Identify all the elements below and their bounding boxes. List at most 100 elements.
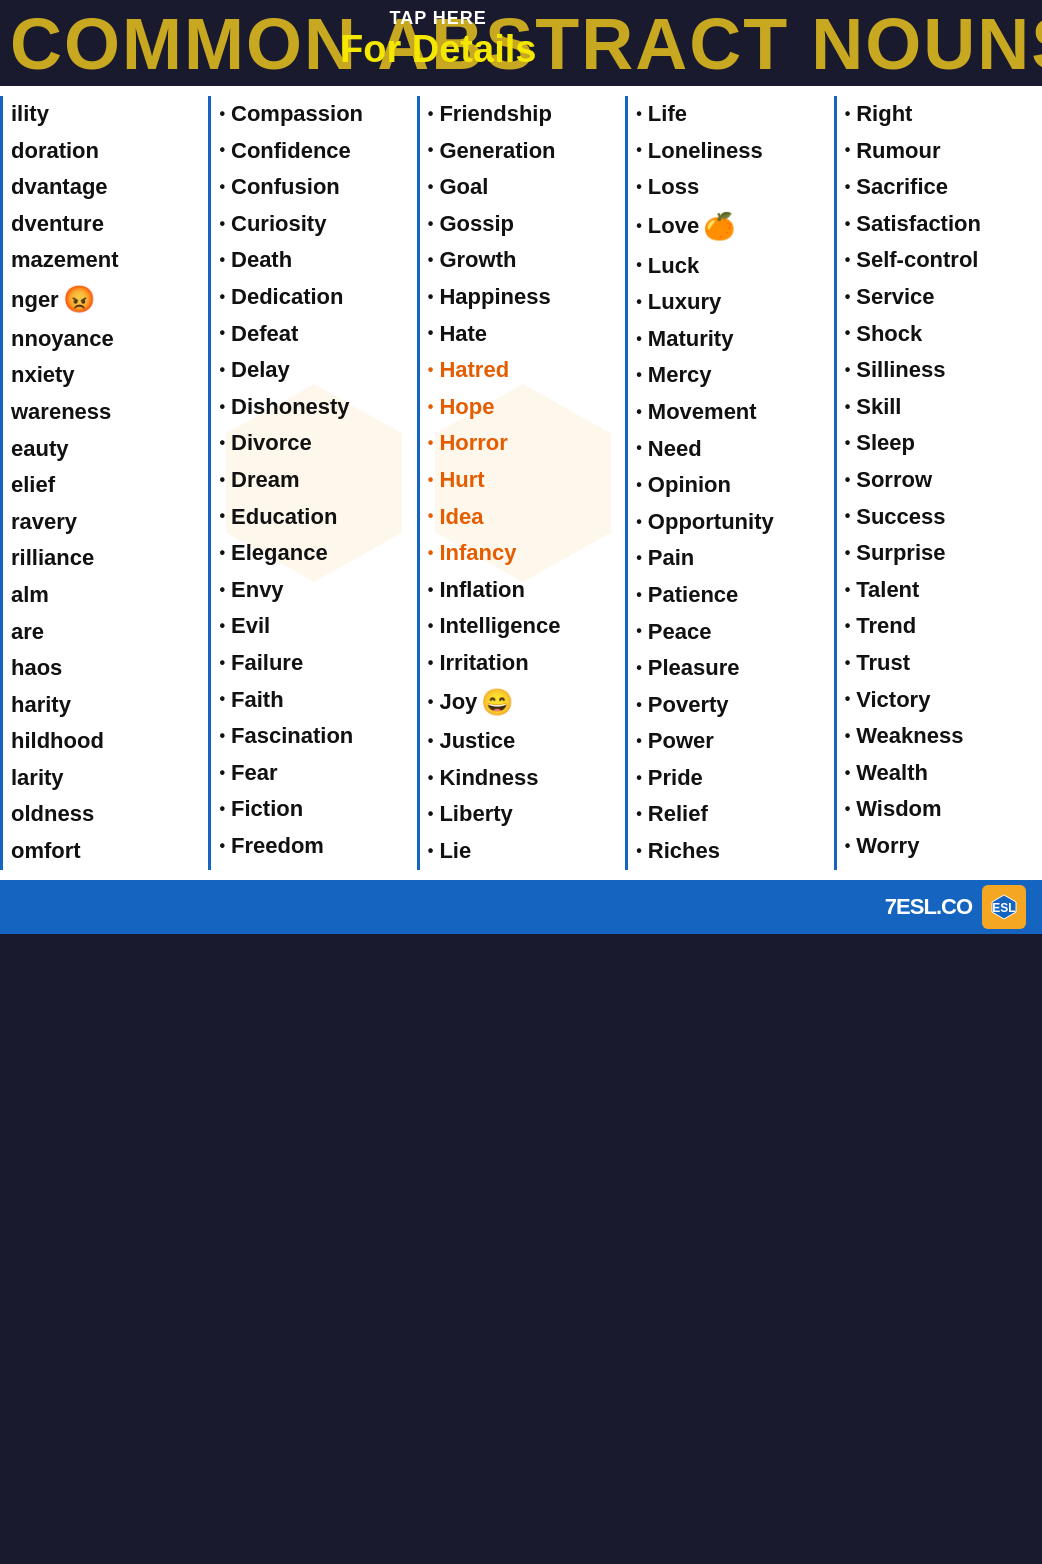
list-item: •Dishonesty [219, 389, 408, 426]
list-item: wareness [11, 394, 200, 431]
tap-overlay[interactable]: TAP HERE For Details [340, 8, 536, 71]
word-text: Elegance [231, 539, 328, 568]
word-text: Happiness [439, 283, 550, 312]
word-text: Weakness [856, 722, 963, 751]
list-item: •Death [219, 242, 408, 279]
list-item: •Pain [636, 540, 825, 577]
word-text: Confidence [231, 137, 351, 166]
list-item: nger😡 [11, 279, 200, 321]
list-item: •Victory [845, 682, 1034, 719]
list-item: •Opinion [636, 467, 825, 504]
bullet-icon: • [428, 323, 434, 344]
list-item: •Trend [845, 608, 1034, 645]
word-text: Goal [439, 173, 488, 202]
list-item: nxiety [11, 357, 200, 394]
list-item: •Confidence [219, 133, 408, 170]
word-text: Trend [856, 612, 916, 641]
bullet-icon: • [845, 140, 851, 161]
word-text: Pride [648, 764, 703, 793]
word-text: Trust [856, 649, 910, 678]
column-3: •Friendship•Generation•Goal•Gossip•Growt… [420, 96, 628, 870]
list-item: •Weakness [845, 718, 1034, 755]
bullet-icon: • [636, 438, 642, 459]
list-item: ility [11, 96, 200, 133]
list-item: •Intelligence [428, 608, 617, 645]
column-4: •Life•Loneliness•Loss•Love🍊•Luck•Luxury•… [628, 96, 836, 870]
bullet-icon: • [845, 689, 851, 710]
word-text: Right [856, 100, 912, 129]
list-item: mazement [11, 242, 200, 279]
word-text: Dishonesty [231, 393, 350, 422]
word-text: Power [648, 727, 714, 756]
bullet-icon: • [845, 250, 851, 271]
list-item: •Right [845, 96, 1034, 133]
list-item: dvantage [11, 169, 200, 206]
word-text: Loss [648, 173, 699, 202]
word-text: Life [648, 100, 687, 129]
list-item: •Divorce [219, 425, 408, 462]
word-text: Fascination [231, 722, 353, 751]
list-item: •Kindness [428, 760, 617, 797]
bullet-icon: • [636, 255, 642, 276]
list-item: • Need [636, 431, 825, 468]
word-text: Love [648, 212, 699, 241]
list-item: •Confusion [219, 169, 408, 206]
bullet-icon: • [636, 621, 642, 642]
word-text: Horror [439, 429, 507, 458]
list-item: •Justice [428, 723, 617, 760]
bullet-icon: • [219, 360, 225, 381]
logo-icon: ESL [990, 893, 1018, 921]
list-item: •Lie [428, 833, 617, 870]
word-text: Defeat [231, 320, 298, 349]
list-item: •Hatred [428, 352, 617, 389]
word-text: Hurt [439, 466, 484, 495]
list-item: • Elegance [219, 535, 408, 572]
word-text: Fiction [231, 795, 303, 824]
list-item: •Defeat [219, 316, 408, 353]
bullet-icon: • [219, 543, 225, 564]
bullet-icon: • [845, 323, 851, 344]
bullet-icon: • [428, 768, 434, 789]
list-item: dventure [11, 206, 200, 243]
word-text: harity [11, 691, 71, 720]
bullet-icon: • [428, 433, 434, 454]
word-text: Self-control [856, 246, 978, 275]
list-item: •Horror [428, 425, 617, 462]
bullet-icon: • [428, 692, 434, 713]
word-text: Death [231, 246, 292, 275]
list-item: doration [11, 133, 200, 170]
word-text: Surprise [856, 539, 945, 568]
word-text: Poverty [648, 691, 729, 720]
word-text: rilliance [11, 544, 94, 573]
list-item: •Wealth [845, 755, 1034, 792]
word-text: ravery [11, 508, 77, 537]
word-text: Lie [439, 837, 471, 866]
list-item: •Gossip [428, 206, 617, 243]
bullet-icon: • [219, 689, 225, 710]
word-text: Intelligence [439, 612, 560, 641]
list-item: •Hurt [428, 462, 617, 499]
word-text: Sacrifice [856, 173, 948, 202]
bullet-icon: • [428, 543, 434, 564]
word-text: Relief [648, 800, 708, 829]
bullet-icon: • [636, 695, 642, 716]
word-text: Compassion [231, 100, 363, 129]
list-item: •Dedication [219, 279, 408, 316]
bullet-icon: • [428, 731, 434, 752]
word-text: Shock [856, 320, 922, 349]
bullet-icon: • [636, 140, 642, 161]
column-2: •Compassion•Confidence•Confusion•Curiosi… [211, 96, 419, 870]
list-item: •Skill [845, 389, 1034, 426]
word-text: Satisfaction [856, 210, 981, 239]
tap-small-text: TAP HERE [340, 8, 536, 29]
list-item: •Peace [636, 614, 825, 651]
list-item: •Joy😄 [428, 682, 617, 724]
bullet-icon: • [845, 104, 851, 125]
list-item: •Wisdom [845, 791, 1034, 828]
list-item: hildhood [11, 723, 200, 760]
bullet-icon: • [845, 287, 851, 308]
header: COMMON ABSTRACT NOUNS TAP HERE For Detai… [0, 0, 1042, 86]
bullet-icon: • [636, 365, 642, 386]
word-text: Need [648, 435, 702, 464]
word-text: ility [11, 100, 49, 129]
